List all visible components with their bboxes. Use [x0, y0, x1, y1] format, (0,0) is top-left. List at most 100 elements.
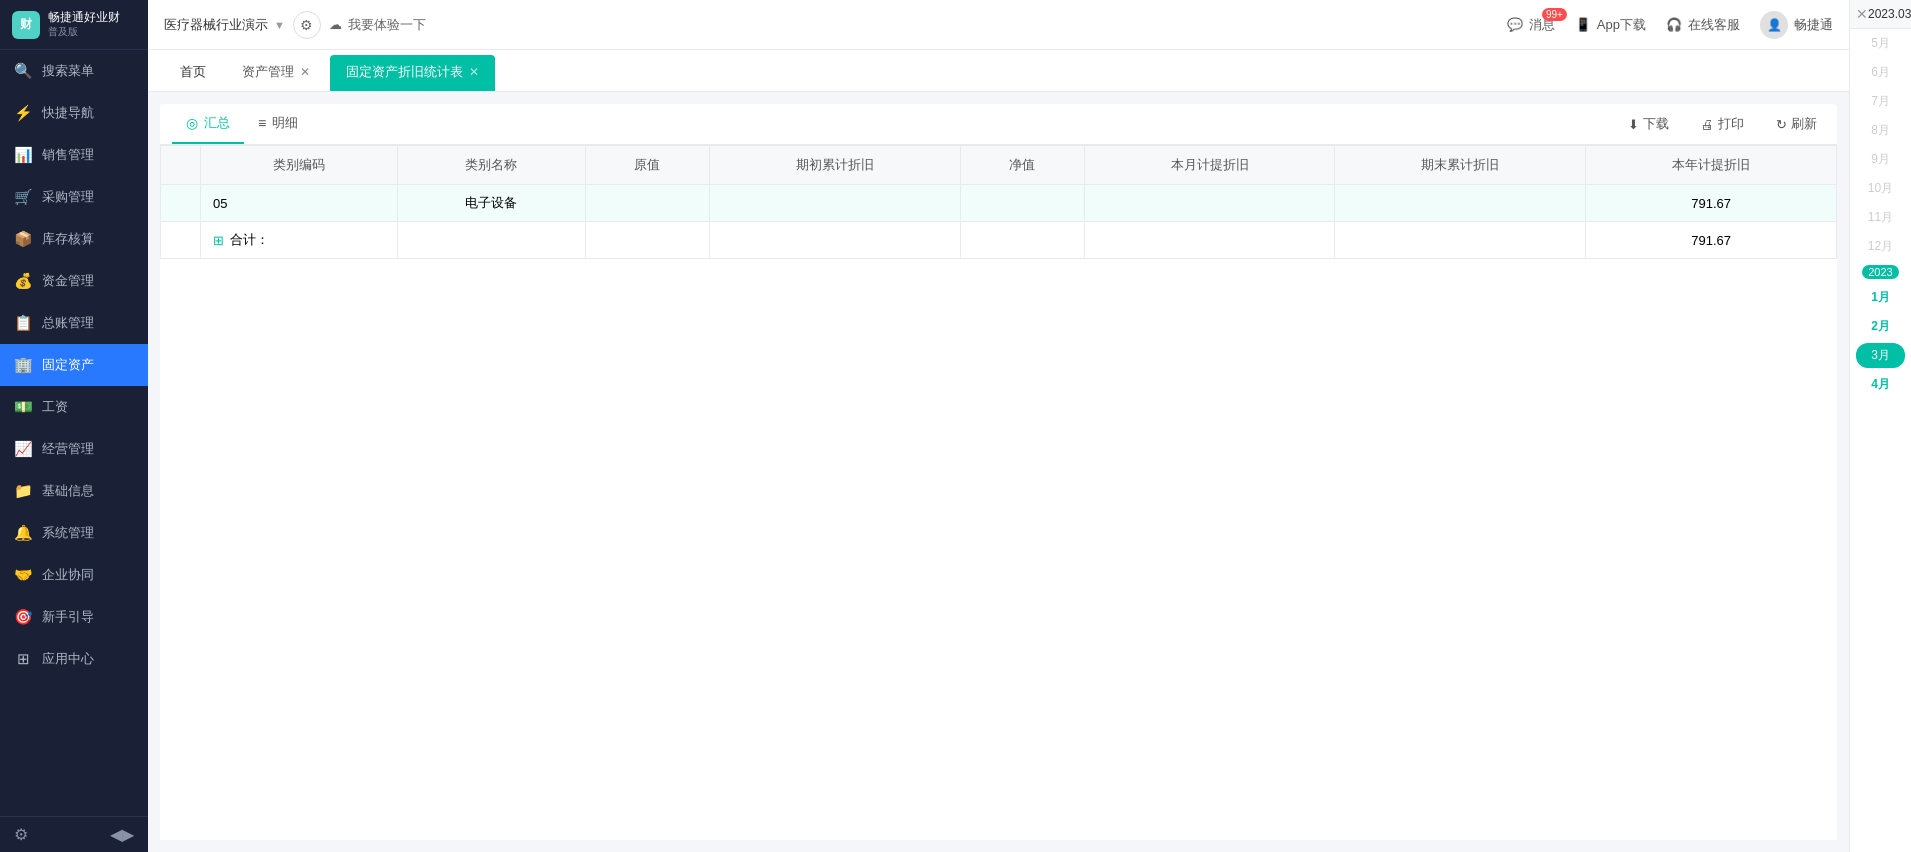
inventory-icon: 📦 — [14, 230, 32, 248]
table-col-2: 原值 — [585, 146, 709, 185]
download-icon: ⬇ — [1628, 117, 1639, 132]
inner-tab-summary[interactable]: ◎汇总 — [172, 104, 244, 144]
sidebar-item-label: 工资 — [42, 398, 68, 416]
online-service-button[interactable]: 🎧 在线客服 — [1666, 16, 1740, 34]
guide-icon: 🎯 — [14, 608, 32, 626]
sidebar-item-search[interactable]: 🔍搜索菜单 — [0, 50, 148, 92]
purchase-icon: 🛒 — [14, 188, 32, 206]
company-selector[interactable]: 医疗器械行业演示 ▼ — [164, 16, 285, 34]
sidebar-item-sales[interactable]: 📊销售管理 — [0, 134, 148, 176]
print-label: 打印 — [1718, 115, 1744, 133]
date-month-item-3月[interactable]: 3月 — [1856, 343, 1905, 368]
company-settings-button[interactable]: ⚙ — [293, 11, 321, 39]
print-icon: 🖨 — [1701, 117, 1714, 132]
settings-icon[interactable]: ⚙ — [14, 825, 28, 844]
tab-depreciation-report[interactable]: 固定资产折旧统计表 ✕ — [330, 55, 495, 91]
sidebar-item-basicinfo[interactable]: 📁基础信息 — [0, 470, 148, 512]
table-cell-0-2 — [585, 185, 709, 222]
table-container: 类别编码类别名称原值期初累计折旧净值本月计提折旧期末累计折旧本年计提折旧 05电… — [160, 145, 1837, 840]
basicinfo-icon: 📁 — [14, 482, 32, 500]
sidebar-item-inventory[interactable]: 📦 库存核算 — [0, 218, 148, 260]
sum-cell-3 — [1084, 222, 1335, 259]
sum-cell-5: 791.67 — [1586, 222, 1837, 259]
table-cell-0-5 — [1084, 185, 1335, 222]
main-content: 医疗器械行业演示 ▼ ⚙ ☁ 我要体验一下 💬 消息 99+ 📱 App下载 🎧… — [148, 0, 1849, 852]
panel-close-button[interactable]: ✕ — [1856, 6, 1868, 22]
refresh-button[interactable]: ↻ 刷新 — [1768, 111, 1825, 137]
sum-label-cell: ⊞合计： — [201, 222, 398, 259]
year-badge: 2023 — [1862, 265, 1898, 279]
ledger-icon: 📋 — [14, 314, 32, 332]
date-panel: ✕ 2023.03 ⤢ 5月6月7月8月9月10月11月12月20231月2月3… — [1849, 0, 1911, 852]
logo-text-block: 畅捷通好业财 普及版 — [48, 10, 120, 40]
summary-tab-icon: ◎ — [186, 115, 198, 131]
date-month-item[interactable]: 5月 — [1850, 29, 1911, 58]
tab-asset-mgmt[interactable]: 资产管理✕ — [226, 55, 326, 91]
table-col-6: 期末累计折旧 — [1335, 146, 1586, 185]
inner-tab-group: ◎汇总≡明细 — [172, 104, 312, 144]
date-month-item[interactable]: 8月 — [1850, 116, 1911, 145]
date-month-item[interactable]: 9月 — [1850, 145, 1911, 174]
logo-icon: 财 — [12, 11, 40, 39]
depreciation-table: 类别编码类别名称原值期初累计折旧净值本月计提折旧期末累计折旧本年计提折旧 05电… — [160, 145, 1837, 259]
date-month-item[interactable]: 11月 — [1850, 203, 1911, 232]
cloud-icon: ☁ — [329, 17, 342, 32]
sidebar-item-salary[interactable]: 💵工资 — [0, 386, 148, 428]
tab-close-icon[interactable]: ✕ — [469, 65, 479, 79]
date-month-item[interactable]: 6月 — [1850, 58, 1911, 87]
print-button[interactable]: 🖨 打印 — [1693, 111, 1752, 137]
tab-home[interactable]: 首页 — [164, 55, 222, 91]
sidebar-item-operations[interactable]: 📈经营管理 — [0, 428, 148, 470]
sum-row-num — [161, 222, 201, 259]
sidebar-item-guide[interactable]: 🎯新手引导 — [0, 596, 148, 638]
refresh-icon: ↻ — [1776, 117, 1787, 132]
system-icon: 🔔 — [14, 524, 32, 542]
app-download-button[interactable]: 📱 App下载 — [1575, 16, 1646, 34]
table-col-1: 类别名称 — [398, 146, 585, 185]
app-download-label: App下载 — [1597, 16, 1646, 34]
sidebar-item-finance[interactable]: 💰资金管理 — [0, 260, 148, 302]
date-month-item-1月[interactable]: 1月 — [1850, 283, 1911, 312]
sidebar-item-quicknav[interactable]: ⚡ 快捷导航 — [0, 92, 148, 134]
user-profile[interactable]: 👤 畅捷通 — [1760, 11, 1833, 39]
apps-icon: ⊞ — [14, 650, 32, 668]
header-left: 医疗器械行业演示 ▼ ⚙ ☁ 我要体验一下 — [164, 11, 426, 39]
sidebar-item-purchase[interactable]: 🛒 采购管理 — [0, 176, 148, 218]
experience-button[interactable]: ☁ 我要体验一下 — [329, 16, 426, 34]
sidebar-item-label: 总账管理 — [42, 314, 94, 332]
date-month-item-4月[interactable]: 4月 — [1850, 370, 1911, 399]
logo-text: 畅捷通好业财 — [48, 10, 120, 26]
sidebar-item-cooperation[interactable]: 🤝企业协同 — [0, 554, 148, 596]
sidebar-item-label: 库存核算 — [42, 230, 94, 248]
table-cell-0-6 — [1335, 185, 1586, 222]
page-body: ◎汇总≡明细 ⬇ 下载 🖨 打印 ↻ 刷新 类别编码类别名 — [148, 92, 1849, 852]
tab-label: 固定资产折旧统计表 — [346, 63, 463, 81]
date-month-item-2月[interactable]: 2月 — [1850, 312, 1911, 341]
sidebar-item-label: 采购管理 — [42, 188, 94, 206]
message-button[interactable]: 💬 消息 99+ — [1507, 16, 1555, 34]
top-header: 医疗器械行业演示 ▼ ⚙ ☁ 我要体验一下 💬 消息 99+ 📱 App下载 🎧… — [148, 0, 1849, 50]
table-row: 05电子设备791.67 — [161, 185, 1837, 222]
sidebar-item-label: 资金管理 — [42, 272, 94, 290]
download-button[interactable]: ⬇ 下载 — [1620, 111, 1677, 137]
sidebar-item-system[interactable]: 🔔系统管理 — [0, 512, 148, 554]
search-icon: 🔍 — [14, 62, 32, 80]
sum-cell-0 — [585, 222, 709, 259]
quicknav-icon: ⚡ — [14, 104, 32, 122]
tab-close-icon[interactable]: ✕ — [300, 65, 310, 79]
sidebar-item-label: 快捷导航 — [42, 104, 94, 122]
collapse-icon[interactable]: ◀▶ — [110, 825, 134, 844]
sum-expand-icon[interactable]: ⊞ — [213, 233, 224, 248]
date-month-item[interactable]: 12月 — [1850, 232, 1911, 261]
date-panel-title: 2023.03 — [1868, 7, 1911, 21]
fixedasset-icon: 🏢 — [14, 356, 32, 374]
sidebar-item-fixedasset[interactable]: 🏢固定资产 — [0, 344, 148, 386]
sidebar-item-ledger[interactable]: 📋 总账管理 — [0, 302, 148, 344]
avatar: 👤 — [1760, 11, 1788, 39]
date-month-item[interactable]: 10月 — [1850, 174, 1911, 203]
inner-tab-detail[interactable]: ≡明细 — [244, 104, 312, 144]
sidebar: 财 畅捷通好业财 普及版 🔍搜索菜单 ⚡ 快捷导航 📊销售管理 🛒 采购管理 📦 库存核算 💰资… — [0, 0, 148, 852]
date-month-item[interactable]: 7月 — [1850, 87, 1911, 116]
sales-icon: 📊 — [14, 146, 32, 164]
sidebar-item-apps[interactable]: ⊞应用中心 — [0, 638, 148, 680]
